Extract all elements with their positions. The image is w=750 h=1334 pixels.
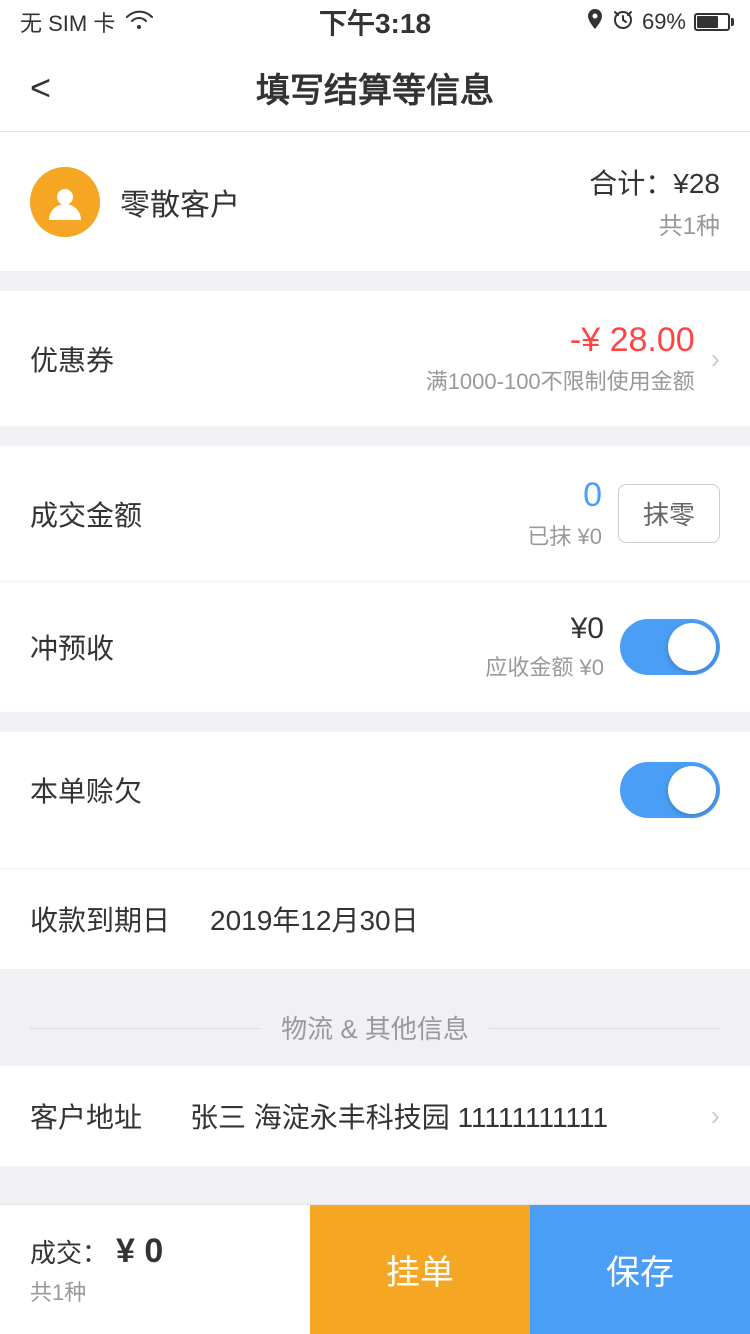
bottom-bar: 成交： ¥ 0 共1种 挂单 保存 — [0, 1204, 750, 1334]
due-date-label: 收款到期日 — [30, 899, 170, 939]
customer-total: 合计：¥28 — [589, 162, 720, 202]
bottom-deal-label: 成交： — [30, 1233, 108, 1270]
prepay-row: 冲预收 ¥0 应收金额 ¥0 — [0, 582, 750, 712]
customer-summary: 合计：¥28 共1种 — [589, 162, 720, 241]
prepay-right: ¥0 应收金额 ¥0 — [485, 612, 720, 682]
logistics-divider: 物流 & 其他信息 — [0, 989, 750, 1066]
prepay-value-wrap: ¥0 应收金额 ¥0 — [485, 612, 604, 682]
round-button[interactable]: 抹零 — [618, 484, 720, 543]
prepay-toggle-knob — [668, 623, 716, 671]
coupon-section: 优惠券 -¥ 28.00 满1000-100不限制使用金额 › — [0, 291, 750, 426]
bottom-deal-amount: ¥ 0 — [116, 1232, 163, 1271]
customer-left: 零散客户 — [30, 167, 240, 237]
due-date-value: 2019年12月30日 — [210, 899, 419, 939]
location-icon — [586, 8, 604, 36]
bottom-summary: 成交： ¥ 0 共1种 — [0, 1232, 310, 1307]
status-bar: 无 SIM 卡 下午3:18 69% — [0, 0, 750, 44]
coupon-value-right: -¥ 28.00 满1000-100不限制使用金额 › — [426, 321, 720, 396]
nav-bar: < 填写结算等信息 — [0, 44, 750, 132]
coupon-desc: 满1000-100不限制使用金额 — [426, 364, 695, 396]
battery-percent: 69% — [642, 9, 686, 35]
deal-amount-label: 成交金额 — [30, 494, 170, 534]
coupon-chevron-right-icon: › — [711, 343, 720, 375]
customer-count: 共1种 — [589, 206, 720, 241]
back-button[interactable]: < — [30, 57, 71, 119]
coupon-value: -¥ 28.00 满1000-100不限制使用金额 — [426, 321, 695, 396]
deal-amount-value[interactable]: 0 — [527, 476, 602, 515]
page-title: 填写结算等信息 — [256, 63, 494, 112]
prepay-sub: 应收金额 ¥0 — [485, 650, 604, 682]
coupon-amount: -¥ 28.00 — [426, 321, 695, 360]
due-date-row[interactable]: 收款到期日 2019年12月30日 — [0, 868, 750, 969]
customer-row: 零散客户 合计：¥28 共1种 — [0, 132, 750, 271]
coupon-row[interactable]: 优惠券 -¥ 28.00 满1000-100不限制使用金额 › — [0, 291, 750, 426]
coupon-label: 优惠券 — [30, 339, 170, 379]
deal-amount-row: 成交金额 0 已抹 ¥0 抹零 — [0, 446, 750, 582]
content: 零散客户 合计：¥28 共1种 优惠券 -¥ 28.00 满1000-100不限… — [0, 132, 750, 1306]
prepay-toggle[interactable] — [620, 619, 720, 675]
save-button[interactable]: 保存 — [530, 1205, 750, 1334]
address-row[interactable]: 客户地址 张三 海淀永丰科技园 11111111111 › — [0, 1066, 750, 1166]
amount-section: 成交金额 0 已抹 ¥0 抹零 冲预收 ¥0 应收金额 ¥0 — [0, 446, 750, 712]
status-bar-left: 无 SIM 卡 — [20, 6, 153, 38]
hold-button[interactable]: 挂单 — [310, 1205, 530, 1334]
avatar — [30, 167, 100, 237]
carrier-label: 无 SIM 卡 — [20, 6, 115, 38]
alarm-icon — [612, 8, 634, 36]
debit-row: 本单赊欠 — [0, 732, 750, 848]
wifi-icon — [125, 9, 153, 35]
prepay-amount: ¥0 — [485, 612, 604, 646]
debit-section: 本单赊欠 收款到期日 2019年12月30日 — [0, 732, 750, 969]
deal-amount-right: 0 已抹 ¥0 抹零 — [527, 476, 720, 551]
status-bar-time: 下午3:18 — [319, 2, 431, 42]
deal-amount-value-wrap: 0 已抹 ¥0 — [527, 476, 602, 551]
debit-toggle-knob — [668, 766, 716, 814]
address-value: 张三 海淀永丰科技园 11111111111 — [190, 1096, 711, 1136]
deal-amount-sub: 已抹 ¥0 — [527, 519, 602, 551]
logistics-label: 物流 & 其他信息 — [261, 1009, 489, 1046]
debit-label: 本单赊欠 — [30, 770, 170, 810]
debit-toggle[interactable] — [620, 762, 720, 818]
prepay-label: 冲预收 — [30, 627, 170, 667]
status-bar-right: 69% — [586, 8, 730, 36]
address-label: 客户地址 — [30, 1096, 150, 1136]
address-chevron-right-icon: › — [711, 1100, 720, 1132]
bottom-deal-count: 共1种 — [30, 1275, 280, 1307]
battery-icon — [694, 13, 730, 31]
customer-name: 零散客户 — [120, 180, 240, 224]
